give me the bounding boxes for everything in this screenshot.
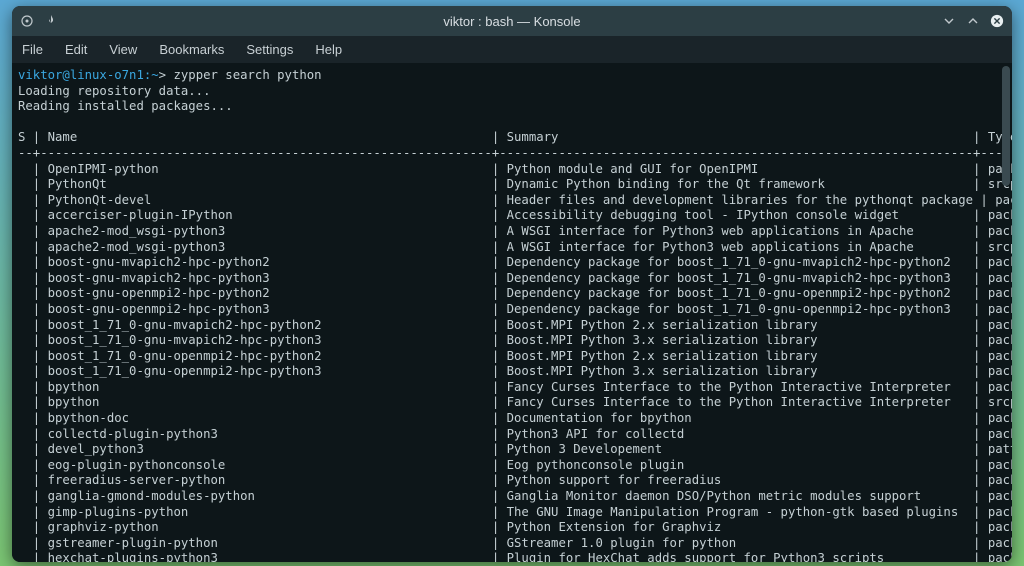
close-icon[interactable] [990, 14, 1004, 28]
menubar: File Edit View Bookmarks Settings Help [12, 36, 1012, 64]
minimize-icon[interactable] [942, 14, 956, 28]
menu-bookmarks[interactable]: Bookmarks [159, 42, 224, 57]
pin-icon[interactable] [44, 14, 58, 28]
titlebar[interactable]: viktor : bash — Konsole [12, 6, 1012, 36]
menu-help[interactable]: Help [315, 42, 342, 57]
app-menu-icon[interactable] [20, 14, 34, 28]
konsole-window: viktor : bash — Konsole File Edit View B… [12, 6, 1012, 562]
window-title: viktor : bash — Konsole [443, 14, 580, 29]
scrollbar-thumb[interactable] [1002, 66, 1010, 186]
maximize-icon[interactable] [966, 14, 980, 28]
menu-settings[interactable]: Settings [246, 42, 293, 57]
scrollbar[interactable] [1002, 66, 1010, 558]
terminal-output[interactable]: viktor@linux-o7n1:~> zypper search pytho… [12, 64, 1012, 562]
menu-view[interactable]: View [109, 42, 137, 57]
titlebar-controls [942, 14, 1004, 28]
menu-edit[interactable]: Edit [65, 42, 87, 57]
menu-file[interactable]: File [22, 42, 43, 57]
titlebar-left [20, 14, 58, 28]
